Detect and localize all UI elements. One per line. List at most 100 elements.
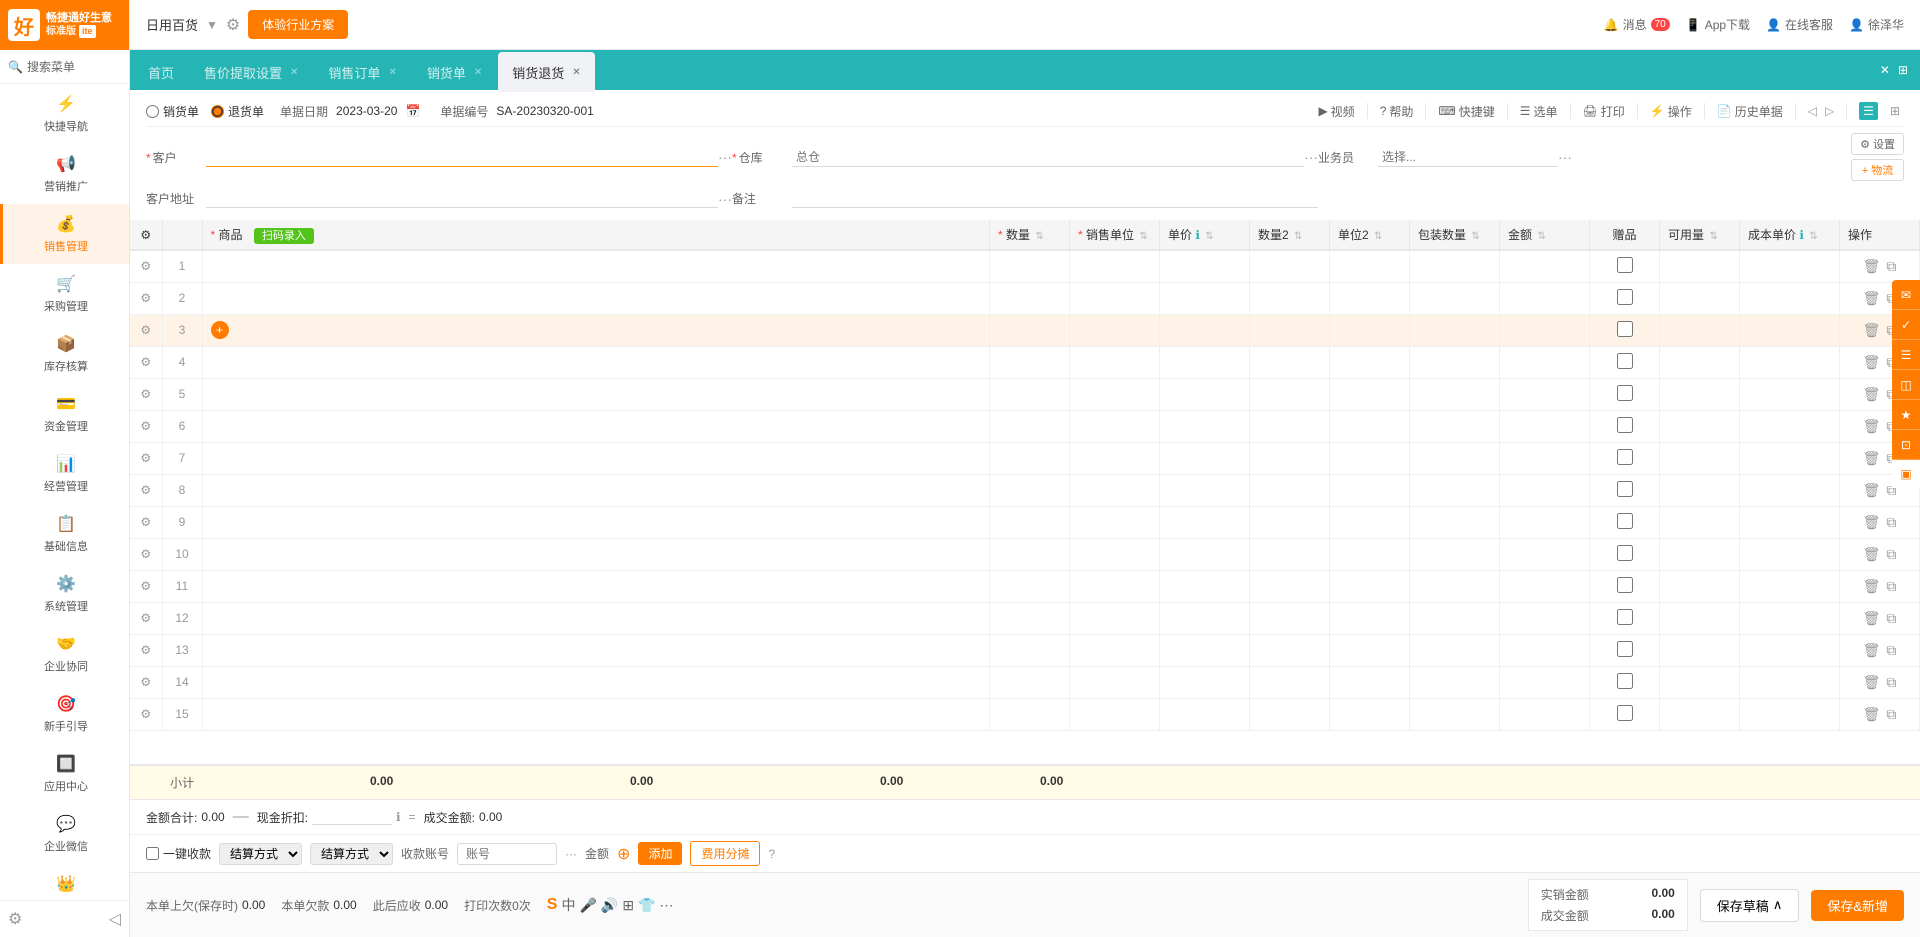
sidebar-item-shortcut[interactable]: ⚡ 快捷导航: [0, 84, 129, 144]
add-product-btn[interactable]: +: [211, 321, 229, 339]
quick-action-2[interactable]: ✓: [1892, 310, 1920, 340]
row-price-5[interactable]: [1160, 378, 1250, 410]
delete-icon-4[interactable]: 🗑: [1863, 354, 1881, 371]
row-unit2-14[interactable]: [1330, 666, 1410, 698]
row-settings-3[interactable]: ⚙: [130, 314, 162, 346]
scan-btn[interactable]: 扫码录入: [254, 228, 314, 244]
row-price-7[interactable]: [1160, 442, 1250, 474]
row-settings-14[interactable]: ⚙: [130, 666, 162, 698]
row-product-12[interactable]: [202, 602, 990, 634]
row-pkg-12[interactable]: [1410, 602, 1500, 634]
product-input-3[interactable]: [233, 323, 353, 337]
row-qty-8[interactable]: [990, 474, 1070, 506]
row-unit-6[interactable]: [1070, 410, 1160, 442]
row-settings-2[interactable]: ⚙: [130, 282, 162, 314]
remarks-input[interactable]: [792, 189, 1318, 208]
row-cost-9[interactable]: [1740, 506, 1840, 538]
row-price-3[interactable]: [1160, 314, 1250, 346]
qty-sort-icon[interactable]: ⇅: [1035, 231, 1043, 242]
row-qty2-15[interactable]: [1250, 698, 1330, 730]
row-avail-4[interactable]: [1660, 346, 1740, 378]
gift-checkbox-7[interactable]: [1617, 449, 1633, 465]
tab-sales-return-close[interactable]: ✕: [572, 67, 580, 78]
row-qty2-1[interactable]: [1250, 250, 1330, 282]
sidebar-item-inventory[interactable]: 📦 库存核算: [0, 324, 129, 384]
row-unit-11[interactable]: [1070, 570, 1160, 602]
row-settings-7[interactable]: ⚙: [130, 442, 162, 474]
settings-button[interactable]: ⚙ 设置: [1851, 133, 1904, 155]
row-cost-5[interactable]: [1740, 378, 1840, 410]
row-qty2-12[interactable]: [1250, 602, 1330, 634]
row-unit-4[interactable]: [1070, 346, 1160, 378]
delete-icon-2[interactable]: 🗑: [1863, 290, 1881, 307]
price-info-icon[interactable]: ℹ: [1195, 228, 1200, 242]
row-price-9[interactable]: [1160, 506, 1250, 538]
delete-icon-11[interactable]: 🗑: [1863, 578, 1881, 595]
sidebar-search[interactable]: 🔍 搜索菜单: [0, 50, 129, 84]
sidebar-item-marketing[interactable]: 📢 营销推广: [0, 144, 129, 204]
avail-sort-icon[interactable]: ⇅: [1709, 231, 1717, 242]
row-avail-7[interactable]: [1660, 442, 1740, 474]
copy-icon-13[interactable]: ⧉: [1886, 642, 1896, 659]
row-amount-9[interactable]: [1500, 506, 1590, 538]
table-scroll[interactable]: ⚙ * 商品 扫码录入 * 数量 ⇅: [130, 220, 1920, 764]
customer-more-icon[interactable]: ···: [718, 149, 732, 165]
row-unit-15[interactable]: [1070, 698, 1160, 730]
action-operate[interactable]: ⚡ 操作: [1650, 103, 1692, 120]
dropdown-icon[interactable]: ▼: [206, 18, 218, 32]
row-avail-9[interactable]: [1660, 506, 1740, 538]
row-gift-12[interactable]: [1590, 602, 1660, 634]
row-avail-13[interactable]: [1660, 634, 1740, 666]
one-click-input[interactable]: [146, 847, 159, 860]
gift-checkbox-2[interactable]: [1617, 289, 1633, 305]
row-gift-7[interactable]: [1590, 442, 1660, 474]
row-qty-4[interactable]: [990, 346, 1070, 378]
row-cost-14[interactable]: [1740, 666, 1840, 698]
row-unit2-1[interactable]: [1330, 250, 1410, 282]
sidebar-item-apps[interactable]: 🔲 应用中心: [0, 744, 129, 804]
row-pkg-9[interactable]: [1410, 506, 1500, 538]
row-qty2-9[interactable]: [1250, 506, 1330, 538]
calculation-method-select[interactable]: 结算方式: [310, 843, 393, 865]
row-product-6[interactable]: [202, 410, 990, 442]
action-video[interactable]: ▶ 视频: [1318, 103, 1354, 120]
settlement-select[interactable]: 结算方式: [219, 843, 302, 865]
sidebar-item-guide[interactable]: 🎯 新手引导: [0, 684, 129, 744]
tab-home[interactable]: 首页: [134, 52, 188, 92]
tab-pricing[interactable]: 售价提取设置 ✕: [190, 52, 312, 92]
row-gift-2[interactable]: [1590, 282, 1660, 314]
notification-item[interactable]: 🔔 消息 70: [1604, 16, 1670, 33]
row-avail-1[interactable]: [1660, 250, 1740, 282]
sidebar-item-system[interactable]: ⚙️ 系统管理: [0, 564, 129, 624]
delete-icon-14[interactable]: 🗑: [1863, 674, 1881, 691]
row-amount-3[interactable]: [1500, 314, 1590, 346]
row-settings-12[interactable]: ⚙: [130, 602, 162, 634]
row-price-10[interactable]: [1160, 538, 1250, 570]
row-avail-14[interactable]: [1660, 666, 1740, 698]
delete-icon-7[interactable]: 🗑: [1863, 450, 1881, 467]
row-unit-3[interactable]: [1070, 314, 1160, 346]
row-cost-4[interactable]: [1740, 346, 1840, 378]
gift-checkbox-11[interactable]: [1617, 577, 1633, 593]
row-qty-2[interactable]: [990, 282, 1070, 314]
copy-icon-12[interactable]: ⧉: [1886, 610, 1896, 627]
one-click-checkbox[interactable]: 一键收款: [146, 845, 211, 862]
row-qty-1[interactable]: [990, 250, 1070, 282]
row-pkg-8[interactable]: [1410, 474, 1500, 506]
row-qty-13[interactable]: [990, 634, 1070, 666]
qty2-sort-icon[interactable]: ⇅: [1294, 231, 1302, 242]
customer-addr-input[interactable]: [206, 189, 718, 208]
row-product-14[interactable]: [202, 666, 990, 698]
row-settings-8[interactable]: ⚙: [130, 474, 162, 506]
row-unit-10[interactable]: [1070, 538, 1160, 570]
row-qty2-14[interactable]: [1250, 666, 1330, 698]
row-unit2-13[interactable]: [1330, 634, 1410, 666]
row-product-15[interactable]: [202, 698, 990, 730]
sidebar-item-finance[interactable]: 💳 资金管理: [0, 384, 129, 444]
action-select[interactable]: ☰ 选单: [1520, 103, 1558, 120]
gift-checkbox-8[interactable]: [1617, 481, 1633, 497]
row-amount-12[interactable]: [1500, 602, 1590, 634]
gift-checkbox-12[interactable]: [1617, 609, 1633, 625]
tab-pricing-close[interactable]: ✕: [290, 67, 298, 78]
row-price-8[interactable]: [1160, 474, 1250, 506]
